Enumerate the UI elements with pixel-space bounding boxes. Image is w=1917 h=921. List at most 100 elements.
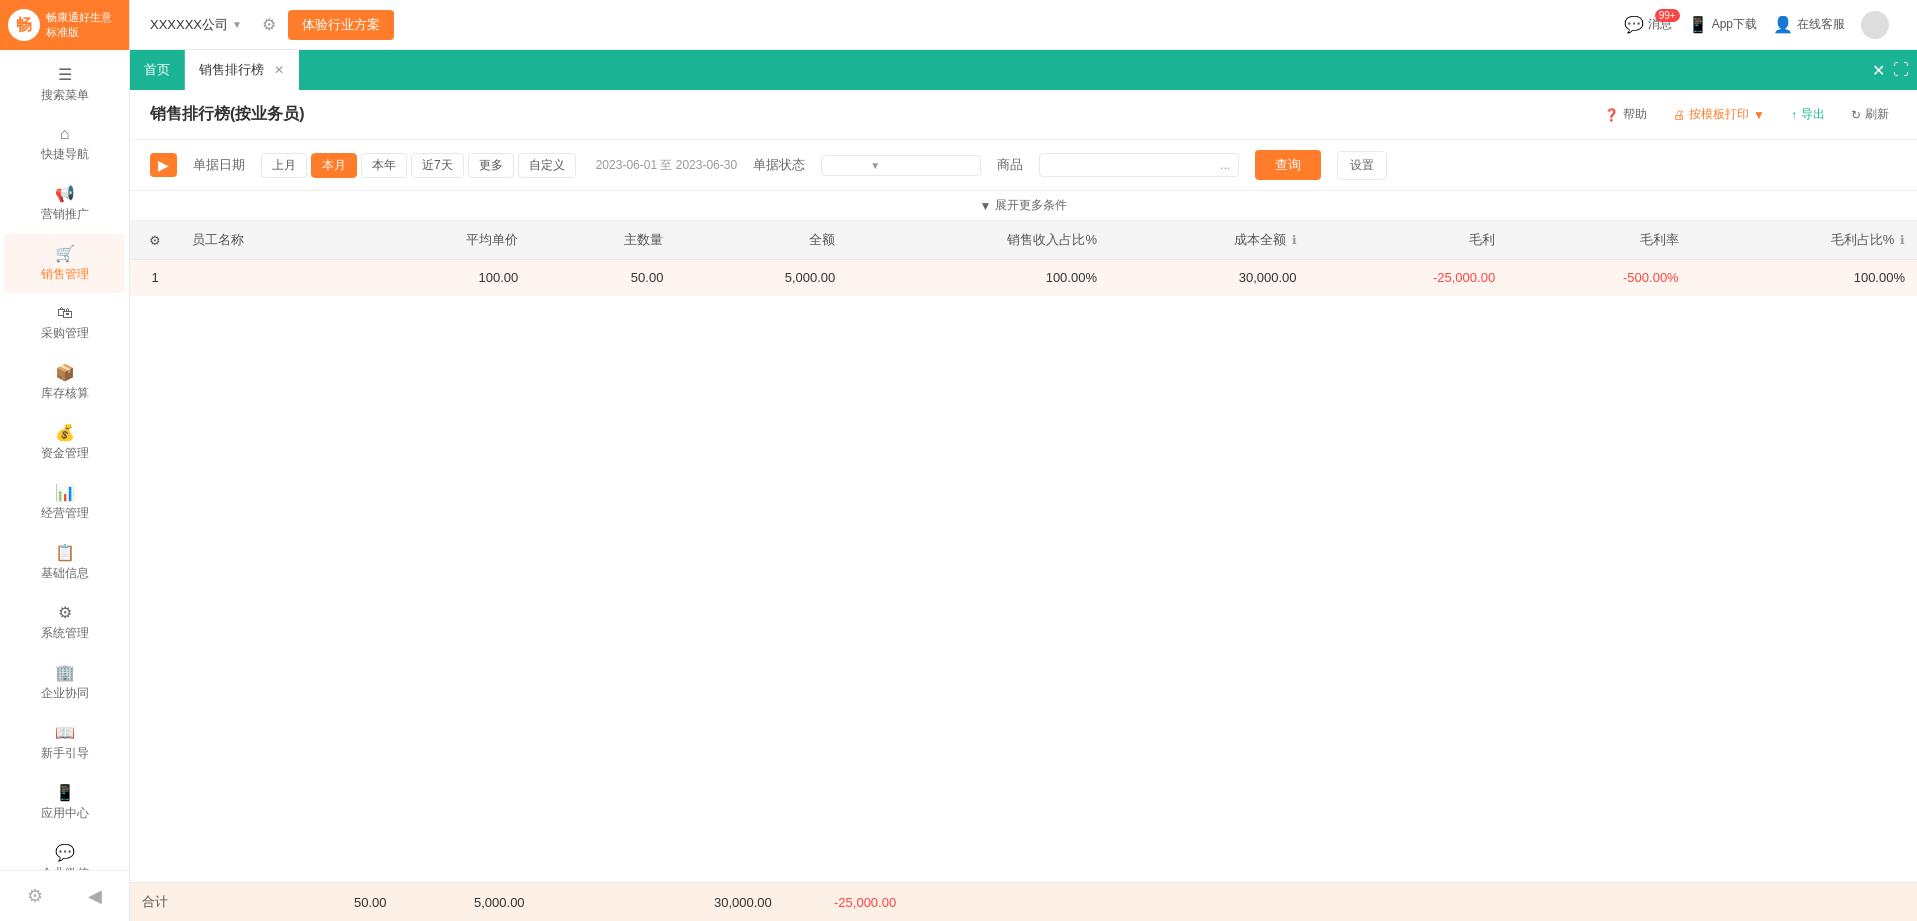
service-icon: 👤 — [1773, 15, 1793, 34]
query-button[interactable]: 查询 — [1255, 150, 1321, 180]
footer-amount: 5,000.00 — [462, 895, 582, 910]
sales-icon: 🛒 — [55, 244, 75, 263]
message-icon: 💬 — [1624, 15, 1644, 34]
marketing-icon: 📢 — [55, 184, 75, 203]
more-btn[interactable]: 更多 — [468, 153, 514, 178]
col-amount: 全额 — [675, 221, 847, 260]
goods-input[interactable]: ... — [1039, 153, 1239, 177]
filter-bar: ▶ 单据日期 上月 本月 本年 近7天 更多 自定义 2023-06-01 至 … — [130, 140, 1917, 191]
curr-month-btn[interactable]: 本月 — [311, 153, 357, 178]
message-badge: 99+ — [1655, 9, 1680, 22]
export-button[interactable]: ↑ 导出 — [1783, 102, 1833, 127]
cell-amount: 5,000.00 — [675, 260, 847, 296]
system-icon: ⚙ — [58, 603, 72, 622]
tab-fullscreen-icon[interactable]: ⛶ — [1893, 61, 1909, 79]
date-range: 2023-06-01 至 2023-06-30 — [596, 157, 737, 174]
trial-button[interactable]: 体验行业方案 — [288, 10, 394, 40]
col-profit: 毛利 — [1309, 221, 1508, 260]
enterprise-icon: 🏢 — [55, 663, 75, 682]
sidebar-item-operation[interactable]: 📊 经营管理 — [4, 473, 125, 532]
filter-collapse-arrow[interactable]: ▶ — [150, 153, 177, 177]
finance-icon: 💰 — [55, 423, 75, 442]
help-button[interactable]: ❓ 帮助 — [1596, 102, 1655, 127]
settings-footer-icon[interactable]: ⚙ — [23, 881, 47, 911]
cell-sales-pct: 100.00% — [847, 260, 1109, 296]
custom-btn[interactable]: 自定义 — [518, 153, 576, 178]
expand-bar: ▼ 展开更多条件 — [130, 191, 1917, 221]
status-label: 单据状态 — [753, 156, 805, 174]
table-footer: 合计 50.00 5,000.00 30,000.00 -25,000.00 — [130, 882, 1917, 921]
sidebar-item-enterprise[interactable]: 🏢 企业协同 — [4, 653, 125, 712]
export-icon: ↑ — [1791, 108, 1797, 122]
logo-icon: 畅 — [8, 9, 40, 41]
company-settings-icon[interactable]: ⚙ — [262, 15, 276, 34]
sidebar-item-search[interactable]: ☰ 搜索菜单 — [4, 55, 125, 114]
company-selector[interactable]: XXXXXX公司 ▼ — [142, 12, 250, 38]
date-buttons: 上月 本月 本年 近7天 更多 自定义 — [261, 153, 576, 178]
sidebar-item-shortcut[interactable]: ⌂ 快捷导航 — [4, 115, 125, 173]
status-select[interactable]: ▼ — [821, 155, 981, 176]
main-area: XXXXXX公司 ▼ ⚙ 体验行业方案 💬 消息 99+ 📱 App下载 👤 在… — [130, 0, 1917, 921]
expand-icon: ▼ — [980, 199, 992, 213]
7days-btn[interactable]: 近7天 — [411, 153, 464, 178]
messages-button[interactable]: 💬 消息 99+ — [1624, 15, 1672, 34]
sidebar-item-finance[interactable]: 💰 资金管理 — [4, 413, 125, 472]
sidebar-item-sales[interactable]: 🛒 销售管理 — [4, 234, 125, 293]
top-bar-right: 💬 消息 99+ 📱 App下载 👤 在线客服 — [1624, 11, 1905, 39]
guide-icon: 📖 — [55, 723, 75, 742]
cell-rank: 1 — [130, 260, 180, 296]
cell-profit-rate: -500.00% — [1507, 260, 1691, 296]
refresh-button[interactable]: ↻ 刷新 — [1843, 102, 1897, 127]
online-service-button[interactable]: 👤 在线客服 — [1773, 15, 1845, 34]
sidebar-item-apps[interactable]: 📱 应用中心 — [4, 773, 125, 832]
table-settings-icon[interactable]: ⚙ — [149, 233, 161, 248]
col-cost: 成本全额 ℹ — [1109, 221, 1309, 260]
sidebar-item-purchase[interactable]: 🛍 采购管理 — [4, 294, 125, 352]
profit-pct-info-icon[interactable]: ℹ — [1900, 233, 1905, 247]
sidebar-logo: 畅 畅康通好生意 标准版 — [0, 0, 129, 50]
sidebar-item-guide[interactable]: 📖 新手引导 — [4, 713, 125, 772]
basic-icon: 📋 — [55, 543, 75, 562]
collapse-sidebar-icon[interactable]: ◀ — [84, 881, 106, 911]
apps-icon: 📱 — [55, 783, 75, 802]
inventory-icon: 📦 — [55, 363, 75, 382]
col-avg-price: 平均单价 — [355, 221, 530, 260]
print-button[interactable]: 🖨 按模板打印 ▼ — [1665, 102, 1773, 127]
search-menu-icon: ☰ — [58, 65, 72, 84]
goods-label: 商品 — [997, 156, 1023, 174]
tab-close-window-icon[interactable]: ✕ — [1872, 61, 1885, 80]
home-icon: ⌂ — [60, 125, 70, 143]
goods-more-icon[interactable]: ... — [1220, 158, 1230, 172]
table-row: 1 100.00 50.00 5,000.00 100.00% 30,000.0… — [130, 260, 1917, 296]
settings-button[interactable]: 设置 — [1337, 151, 1387, 180]
prev-month-btn[interactable]: 上月 — [261, 153, 307, 178]
sidebar-item-system[interactable]: ⚙ 系统管理 — [4, 593, 125, 652]
col-profit-rate: 毛利率 — [1507, 221, 1691, 260]
print-icon: 🖨 — [1673, 108, 1685, 122]
sidebar-item-basic[interactable]: 📋 基础信息 — [4, 533, 125, 592]
footer-cost: 30,000.00 — [702, 895, 822, 910]
expand-more-button[interactable]: ▼ 展开更多条件 — [980, 197, 1068, 214]
tab-bar: 首页 销售排行榜 ✕ ✕ ⛶ — [130, 50, 1917, 90]
col-sales-pct: 销售收入占比% — [847, 221, 1109, 260]
app-download-button[interactable]: 📱 App下载 — [1688, 15, 1757, 34]
page-title: 销售排行榜(按业务员) — [150, 104, 305, 125]
filter-row: ▶ 单据日期 上月 本月 本年 近7天 更多 自定义 2023-06-01 至 … — [150, 150, 1897, 180]
curr-year-btn[interactable]: 本年 — [361, 153, 407, 178]
cell-name — [180, 260, 355, 296]
cell-cost: 30,000.00 — [1109, 260, 1309, 296]
sidebar-item-marketing[interactable]: 📢 营销推广 — [4, 174, 125, 233]
tab-home[interactable]: 首页 — [130, 50, 185, 90]
avatar[interactable] — [1861, 11, 1889, 39]
sidebar-item-inventory[interactable]: 📦 库存核算 — [4, 353, 125, 412]
print-dropdown-arrow: ▼ — [1753, 108, 1765, 122]
sidebar-nav: ☰ 搜索菜单 ⌂ 快捷导航 📢 营销推广 🛒 销售管理 🛍 采购管理 📦 库存核… — [0, 50, 129, 870]
tab-close-icon[interactable]: ✕ — [274, 63, 284, 77]
content-area: 销售排行榜(按业务员) ❓ 帮助 🖨 按模板打印 ▼ ↑ 导出 ↻ 刷新 — [130, 90, 1917, 921]
sidebar-item-wechat[interactable]: 💬 企业微信 — [4, 833, 125, 870]
cost-info-icon[interactable]: ℹ — [1292, 233, 1297, 247]
tab-sales-rank[interactable]: 销售排行榜 ✕ — [185, 50, 299, 90]
cell-avg-price: 100.00 — [355, 260, 530, 296]
col-profit-pct: 毛利占比% ℹ — [1691, 221, 1917, 260]
operation-icon: 📊 — [55, 483, 75, 502]
